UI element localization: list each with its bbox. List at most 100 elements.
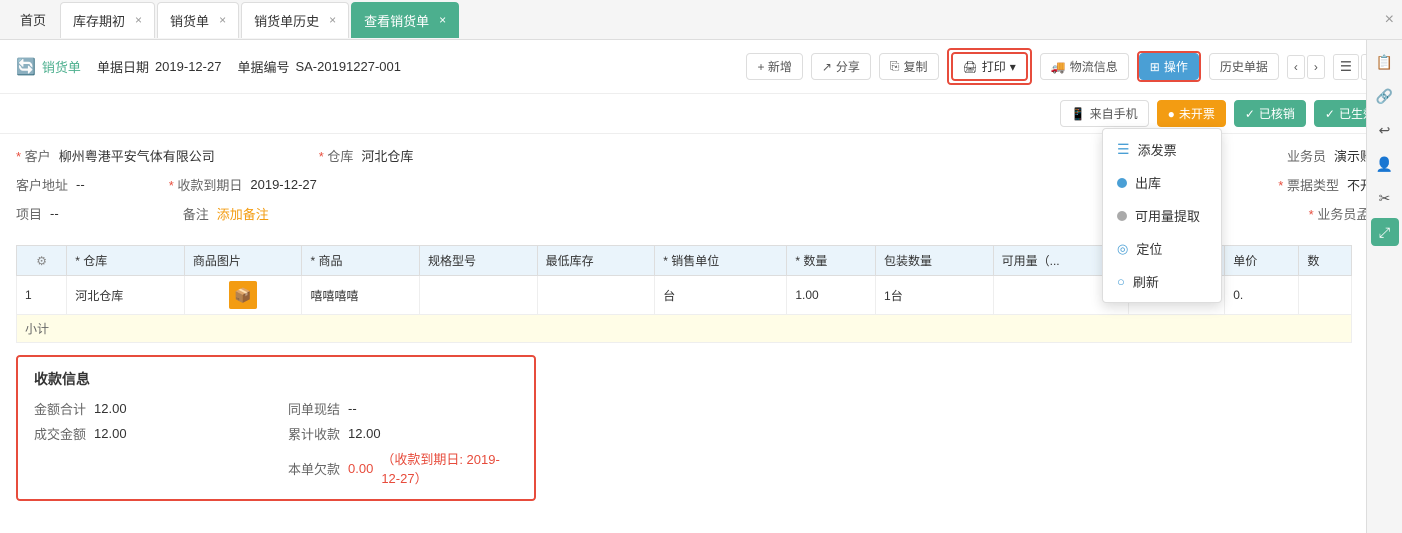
- col-price: 单价: [1225, 246, 1299, 276]
- share-icon: ↗: [822, 60, 832, 74]
- tab-sales-history-close[interactable]: ×: [329, 13, 336, 27]
- dropdown-add-invoice[interactable]: ☰ 添发票: [1103, 133, 1221, 166]
- dropdown-available-fetch[interactable]: 可用量提取: [1103, 199, 1221, 232]
- print-highlight: 🖨 打印 ▾: [947, 48, 1032, 85]
- new-button[interactable]: + 新增: [746, 53, 802, 80]
- new-button-label: + 新增: [757, 58, 791, 75]
- copy-icon: ⎘: [890, 59, 900, 74]
- ticket-type-label: 票据类型: [1278, 175, 1339, 194]
- doc-no-value: SA-20191227-001: [295, 59, 401, 74]
- cumulative-payment-label: 累计收款: [288, 424, 340, 443]
- verified-label: 已核销: [1259, 105, 1295, 122]
- sidebar-expand-icon[interactable]: ⤢: [1371, 218, 1399, 246]
- print-button[interactable]: 🖨 打印 ▾: [951, 52, 1028, 81]
- dropdown-ship-out[interactable]: 出库: [1103, 166, 1221, 199]
- copy-button[interactable]: ⎘ 复制: [879, 53, 939, 80]
- tab-home[interactable]: 首页: [8, 2, 58, 38]
- dropdown-refresh[interactable]: ○ 刷新: [1103, 265, 1221, 298]
- history-button[interactable]: 历史单据: [1209, 53, 1279, 80]
- window-close-button[interactable]: ×: [1385, 11, 1394, 29]
- logistics-button[interactable]: 🚚 物流信息: [1040, 53, 1129, 80]
- tab-home-label: 首页: [20, 10, 46, 29]
- row-pkg-qty: 1台: [876, 276, 994, 315]
- tab-view-sales-close[interactable]: ×: [439, 13, 446, 27]
- due-date-note: （收款到期日: 2019-12-27）: [381, 449, 518, 487]
- operations-label: 操作: [1164, 58, 1188, 75]
- warehouse-label: 仓库: [319, 146, 354, 165]
- tab-sales-close[interactable]: ×: [219, 13, 226, 27]
- payment-grid: 金额合计 12.00 成交金额 12.00 同单现结 -- 累计收款: [34, 399, 518, 487]
- available-fetch-label: 可用量提取: [1135, 206, 1200, 225]
- cumulative-payment-value: 12.00: [348, 426, 381, 441]
- doc-actions: + 新增 ↗ 分享 ⎘ 复制 🖨 打印 ▾: [746, 48, 1386, 85]
- address-label: 客户地址: [16, 175, 68, 194]
- next-button[interactable]: ›: [1307, 55, 1325, 79]
- row-amount: [1299, 276, 1352, 315]
- customer-label: 客户: [16, 146, 51, 165]
- col-pkg-qty: 包装数量: [876, 246, 994, 276]
- customer-field: 客户 柳州粤港平安气体有限公司: [16, 146, 215, 165]
- sidebar-user-icon[interactable]: 👤: [1371, 150, 1399, 178]
- doc-type-title: 🔄 销货单: [16, 57, 81, 77]
- effective-icon: ✓: [1325, 107, 1335, 121]
- col-amount: 数: [1299, 246, 1352, 276]
- payment-title: 收款信息: [34, 369, 518, 389]
- payment-col-right: 同单现结 -- 累计收款 12.00 本单欠款 0.00 （收款到期日: 201…: [288, 399, 518, 487]
- mobile-icon: 📱: [1071, 107, 1086, 121]
- tab-inventory[interactable]: 库存期初 ×: [60, 2, 155, 38]
- row-unit: 台: [655, 276, 787, 315]
- share-label: 分享: [836, 58, 860, 75]
- col-qty: * 数量: [787, 246, 876, 276]
- operations-icon: ⊞: [1150, 60, 1160, 74]
- nav-arrows: ‹ ›: [1287, 55, 1325, 79]
- tab-inventory-close[interactable]: ×: [135, 13, 142, 27]
- payment-col-left: 金额合计 12.00 成交金额 12.00: [34, 399, 264, 487]
- sidebar-link-icon[interactable]: 🔗: [1371, 82, 1399, 110]
- sidebar-return-icon[interactable]: ↩: [1371, 116, 1399, 144]
- locate-label: 定位: [1136, 239, 1162, 258]
- from-mobile-button[interactable]: 📱 来自手机: [1060, 100, 1149, 127]
- tab-sales-label: 销货单: [170, 11, 209, 30]
- doc-no-label: 单据编号: [237, 57, 289, 76]
- tab-sales-history-label: 销货单历史: [254, 11, 319, 30]
- tab-view-sales-label: 查看销货单: [364, 11, 429, 30]
- project-label: 项目: [16, 204, 42, 223]
- from-mobile-label: 来自手机: [1090, 105, 1138, 122]
- tab-view-sales[interactable]: 查看销货单 ×: [351, 2, 459, 38]
- locate-icon: ◎: [1117, 241, 1128, 257]
- verified-button[interactable]: ✓ 已核销: [1234, 100, 1306, 127]
- prev-button[interactable]: ‹: [1287, 55, 1305, 79]
- ship-out-label: 出库: [1135, 173, 1161, 192]
- doc-no-field: 单据编号 SA-20191227-001: [237, 57, 401, 76]
- add-remark-button[interactable]: 添加备注: [217, 204, 269, 223]
- ship-out-dot: [1117, 178, 1127, 188]
- row-min-stock: [537, 276, 655, 315]
- same-settlement-row: 同单现结 --: [288, 399, 518, 418]
- same-settlement-value: --: [348, 401, 357, 416]
- tab-sales[interactable]: 销货单 ×: [157, 2, 239, 38]
- subtotal-label: 小计: [17, 315, 1352, 343]
- same-settlement-label: 同单现结: [288, 399, 340, 418]
- amount-total-row: 金额合计 12.00: [34, 399, 264, 418]
- row-warehouse: 河北仓库: [67, 276, 185, 315]
- list-view-button[interactable]: ☰: [1333, 54, 1359, 80]
- sidebar-cut-icon[interactable]: ✂: [1371, 184, 1399, 212]
- payment-section: 收款信息 金额合计 12.00 成交金额 12.00 同单现结 --: [16, 355, 536, 501]
- subtotal-row: 小计: [17, 315, 1352, 343]
- sales-staff-label: 业务员孟: [1309, 204, 1370, 223]
- operations-button[interactable]: ⊞ 操作: [1139, 53, 1199, 80]
- doc-icon: 🔄: [16, 57, 36, 77]
- current-due-row: 本单欠款 0.00 （收款到期日: 2019-12-27）: [288, 449, 518, 487]
- share-button[interactable]: ↗ 分享: [811, 53, 871, 80]
- dropdown-locate[interactable]: ◎ 定位: [1103, 232, 1221, 265]
- row-no: 1: [17, 276, 67, 315]
- tab-sales-history[interactable]: 销货单历史 ×: [241, 2, 349, 38]
- deal-amount-value: 12.00: [94, 426, 127, 441]
- print-dropdown-icon: ▾: [1010, 60, 1016, 74]
- not-open-button[interactable]: ● 未开票: [1157, 100, 1226, 127]
- remark-label: 备注: [183, 204, 209, 223]
- address-value: --: [76, 177, 85, 192]
- col-settings[interactable]: ⚙: [17, 246, 67, 276]
- sidebar-doc-icon[interactable]: 📋: [1371, 48, 1399, 76]
- col-unit: * 销售单位: [655, 246, 787, 276]
